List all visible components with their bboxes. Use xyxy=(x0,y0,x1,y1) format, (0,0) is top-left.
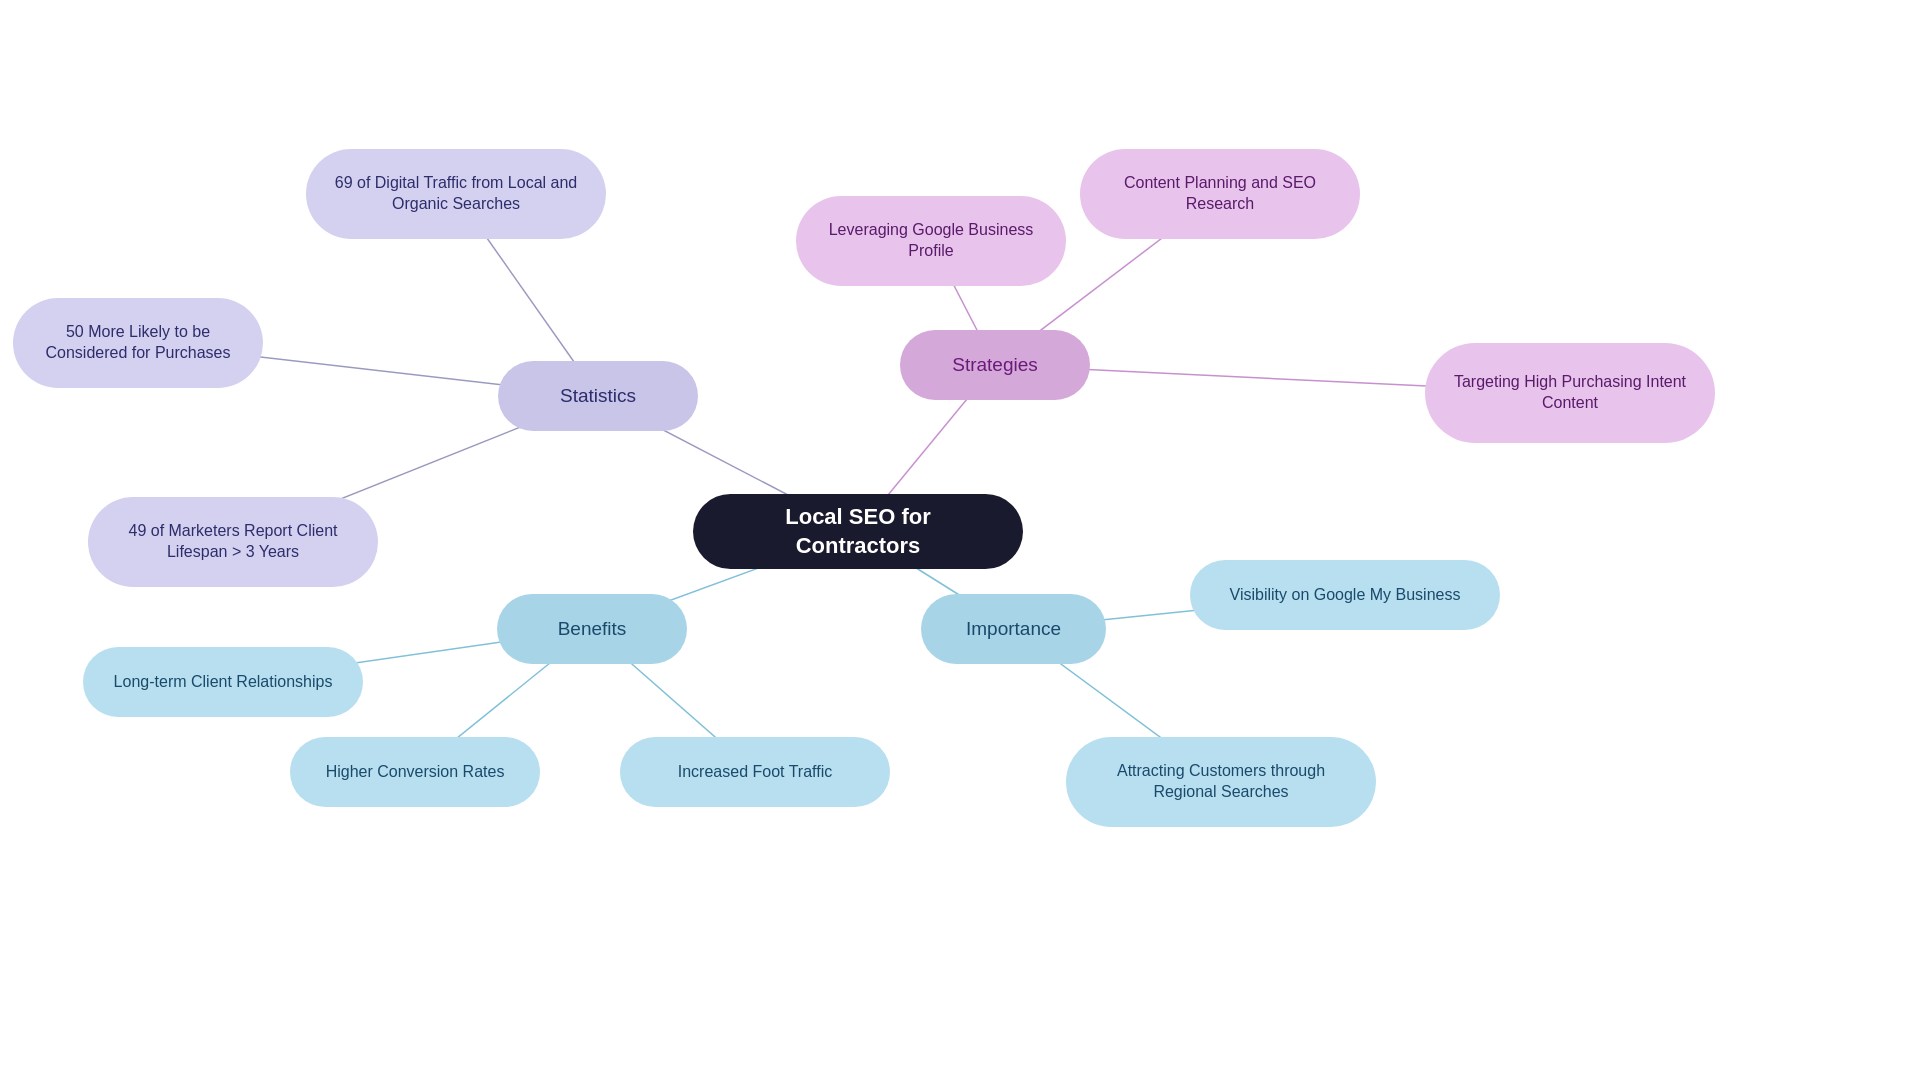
stat-marketers-report-label: 49 of Marketers Report Client Lifespan >… xyxy=(116,521,350,563)
center-label: Local SEO for Contractors xyxy=(721,503,995,560)
strat-purchasing-intent-label: Targeting High Purchasing Intent Content xyxy=(1453,372,1687,414)
import-regional-searches-node: Attracting Customers through Regional Se… xyxy=(1066,737,1376,827)
strat-purchasing-intent-node: Targeting High Purchasing Intent Content xyxy=(1425,343,1715,443)
strat-google-business-node: Leveraging Google Business Profile xyxy=(796,196,1066,286)
strategies-label: Strategies xyxy=(952,353,1038,378)
stat-marketers-report-node: 49 of Marketers Report Client Lifespan >… xyxy=(88,497,378,587)
import-regional-searches-label: Attracting Customers through Regional Se… xyxy=(1094,761,1348,803)
benefit-foot-traffic-node: Increased Foot Traffic xyxy=(620,737,890,807)
benefits-label: Benefits xyxy=(558,617,627,642)
stat-digital-traffic-label: 69 of Digital Traffic from Local and Org… xyxy=(334,173,578,215)
center-node: Local SEO for Contractors xyxy=(693,494,1023,569)
strat-content-planning-node: Content Planning and SEO Research xyxy=(1080,149,1360,239)
import-google-my-business-node: Visibility on Google My Business xyxy=(1190,560,1500,630)
statistics-label: Statistics xyxy=(560,384,636,409)
strat-google-business-label: Leveraging Google Business Profile xyxy=(824,220,1038,262)
stat-digital-traffic-node: 69 of Digital Traffic from Local and Org… xyxy=(306,149,606,239)
benefit-longterm-clients-node: Long-term Client Relationships xyxy=(83,647,363,717)
importance-label: Importance xyxy=(966,617,1061,642)
benefit-longterm-clients-label: Long-term Client Relationships xyxy=(114,672,333,693)
import-google-my-business-label: Visibility on Google My Business xyxy=(1230,585,1461,606)
strat-content-planning-label: Content Planning and SEO Research xyxy=(1108,173,1332,215)
stat-considered-purchases-node: 50 More Likely to be Considered for Purc… xyxy=(13,298,263,388)
benefit-foot-traffic-label: Increased Foot Traffic xyxy=(678,762,832,783)
statistics-node: Statistics xyxy=(498,361,698,431)
benefit-conversion-rates-label: Higher Conversion Rates xyxy=(326,762,505,783)
benefits-node: Benefits xyxy=(497,594,687,664)
importance-node: Importance xyxy=(921,594,1106,664)
stat-considered-purchases-label: 50 More Likely to be Considered for Purc… xyxy=(41,322,235,364)
strategies-node: Strategies xyxy=(900,330,1090,400)
benefit-conversion-rates-node: Higher Conversion Rates xyxy=(290,737,540,807)
